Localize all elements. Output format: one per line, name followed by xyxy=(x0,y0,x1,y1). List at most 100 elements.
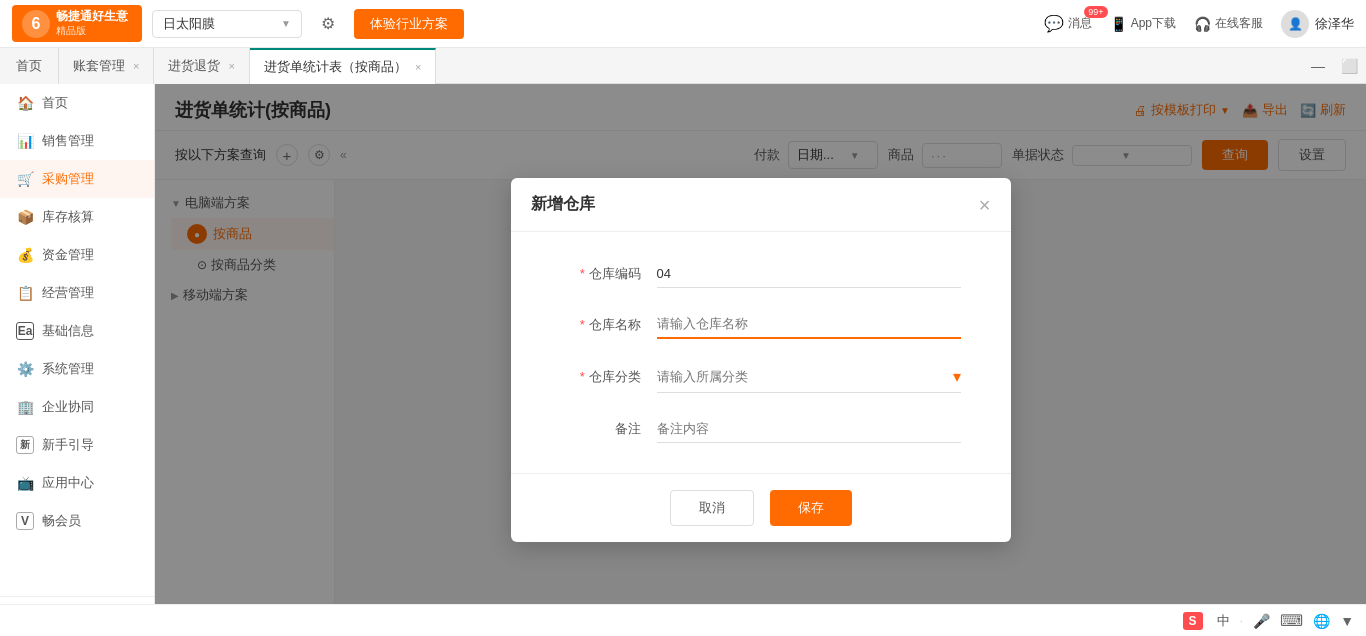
sidebar-item-basic-info-label: 基础信息 xyxy=(42,322,94,340)
sidebar-item-basic-info[interactable]: Ea 基础信息 xyxy=(0,312,154,350)
code-form-row: * 仓库编码 xyxy=(561,260,961,288)
tab-purchase-returns[interactable]: 进货退货 × xyxy=(154,48,249,84)
name-form-row: * 仓库名称 xyxy=(561,310,961,339)
note-input[interactable] xyxy=(657,415,961,443)
sidebar-item-home[interactable]: 🏠 首页 xyxy=(0,84,154,122)
tab-minimize-button[interactable]: — xyxy=(1303,54,1333,78)
inventory-icon: 📦 xyxy=(16,209,34,225)
purchase-returns-tab-close[interactable]: × xyxy=(228,60,234,72)
logo-text: 畅捷通好生意 精品版 xyxy=(56,9,128,39)
phone-icon: 📱 xyxy=(1110,16,1127,32)
dot-separator: · xyxy=(1240,613,1244,628)
sidebar-item-purchase[interactable]: 🛒 采购管理 xyxy=(0,160,154,198)
accounts-tab-label: 账套管理 xyxy=(73,57,125,75)
guide-icon: 新 xyxy=(16,436,34,454)
content-area: 进货单统计(按商品) 🖨 按模板打印 ▼ 📤 导出 🔄 刷新 按以下方案查 xyxy=(155,84,1366,636)
tab-purchase-stats[interactable]: 进货单统计表（按商品） × xyxy=(250,48,436,84)
header-right: 💬 消息 99+ 📱 App下载 🎧 在线客服 👤 徐泽华 xyxy=(1044,10,1354,38)
keyboard-button[interactable]: ⌨ xyxy=(1280,611,1303,630)
purchase-returns-tab-label: 进货退货 xyxy=(168,57,220,75)
sidebar-item-inventory[interactable]: 📦 库存核算 xyxy=(0,198,154,236)
modal-title: 新增仓库 xyxy=(531,194,595,215)
trial-button[interactable]: 体验行业方案 xyxy=(354,9,464,39)
logo-icon: 6 xyxy=(22,10,50,38)
sidebar-item-guide-label: 新手引导 xyxy=(42,436,94,454)
name-input[interactable] xyxy=(657,310,961,339)
top-header: 6 畅捷通好生意 精品版 日太阳膜 ▼ ⚙ 体验行业方案 💬 消息 99+ 📱 … xyxy=(0,0,1366,48)
sidebar-item-app-center[interactable]: 📺 应用中心 xyxy=(0,464,154,502)
operations-icon: 📋 xyxy=(16,285,34,301)
category-dropdown-icon: ▾ xyxy=(953,367,961,386)
sidebar-item-sales[interactable]: 📊 销售管理 xyxy=(0,122,154,160)
purchase-stats-tab-close[interactable]: × xyxy=(415,61,421,73)
avatar: 👤 xyxy=(1281,10,1309,38)
sidebar-item-operations[interactable]: 📋 经营管理 xyxy=(0,274,154,312)
sidebar-item-app-center-label: 应用中心 xyxy=(42,474,94,492)
message-icon: 💬 xyxy=(1044,14,1064,33)
category-form-row: * 仓库分类 ▾ xyxy=(561,361,961,393)
chevron-down-icon: ▼ xyxy=(281,18,291,29)
sidebar-item-inventory-label: 库存核算 xyxy=(42,208,94,226)
home-icon: 🏠 xyxy=(16,95,34,111)
settings-gear-button[interactable]: ⚙ xyxy=(312,8,344,40)
sidebar-item-home-label: 首页 xyxy=(42,94,68,112)
sidebar-item-purchase-label: 采购管理 xyxy=(42,170,94,188)
code-input[interactable] xyxy=(657,260,961,288)
settings-menu-button[interactable]: ▼ xyxy=(1340,613,1354,629)
modal-body: * 仓库编码 * 仓库名称 * 仓库分类 xyxy=(511,232,1011,473)
sidebar: 🏠 首页 📊 销售管理 🛒 采购管理 📦 库存核算 💰 资金管理 📋 经营管理 … xyxy=(0,84,155,636)
headset-icon: 🎧 xyxy=(1194,16,1211,32)
app-download-label: App下载 xyxy=(1131,15,1176,32)
message-btn[interactable]: 💬 消息 99+ xyxy=(1044,14,1092,33)
sidebar-item-membership[interactable]: V 畅会员 xyxy=(0,502,154,540)
modal-header: 新增仓库 × xyxy=(511,178,1011,232)
sidebar-item-enterprise[interactable]: 🏢 企业协同 xyxy=(0,388,154,426)
user-area[interactable]: 👤 徐泽华 xyxy=(1281,10,1354,38)
purchase-stats-tab-label: 进货单统计表（按商品） xyxy=(264,58,407,76)
sidebar-item-sales-label: 销售管理 xyxy=(42,132,94,150)
microphone-button[interactable]: 🎤 xyxy=(1253,613,1270,629)
category-select-wrap[interactable]: ▾ xyxy=(657,361,961,393)
online-service-label: 在线客服 xyxy=(1215,15,1263,32)
tab-home[interactable]: 首页 xyxy=(0,48,59,84)
online-service-btn[interactable]: 🎧 在线客服 xyxy=(1194,15,1263,32)
language-button[interactable]: 🌐 xyxy=(1313,613,1330,629)
accounts-tab-close[interactable]: × xyxy=(133,60,139,72)
basic-info-icon: Ea xyxy=(16,322,34,340)
finance-icon: 💰 xyxy=(16,247,34,263)
category-field-label: * 仓库分类 xyxy=(561,368,641,386)
message-badge: 99+ xyxy=(1084,6,1107,18)
app-download-btn[interactable]: 📱 App下载 xyxy=(1110,15,1176,32)
category-input[interactable] xyxy=(657,369,953,384)
sidebar-item-finance-label: 资金管理 xyxy=(42,246,94,264)
s-logo: S xyxy=(1183,612,1203,630)
logo-sub: 精品版 xyxy=(56,24,128,38)
sidebar-item-enterprise-label: 企业协同 xyxy=(42,398,94,416)
tab-accounts[interactable]: 账套管理 × xyxy=(59,48,154,84)
logo-main: 畅捷通好生意 xyxy=(56,9,128,25)
note-form-row: 备注 xyxy=(561,415,961,443)
app-center-icon: 📺 xyxy=(16,475,34,491)
modal-close-button[interactable]: × xyxy=(979,195,991,215)
sidebar-item-finance[interactable]: 💰 资金管理 xyxy=(0,236,154,274)
tab-expand-button[interactable]: ⬜ xyxy=(1333,54,1366,78)
membership-icon: V xyxy=(16,512,34,530)
bottom-bar: S 中 · 🎤 ⌨ 🌐 ▼ xyxy=(0,604,1366,636)
main-layout: 🏠 首页 📊 销售管理 🛒 采购管理 📦 库存核算 💰 资金管理 📋 经营管理 … xyxy=(0,84,1366,636)
purchase-icon: 🛒 xyxy=(16,171,34,187)
note-field-label: 备注 xyxy=(561,420,641,438)
sidebar-item-system[interactable]: ⚙️ 系统管理 xyxy=(0,350,154,388)
store-selector[interactable]: 日太阳膜 ▼ xyxy=(152,10,302,38)
modal-backdrop[interactable]: 新增仓库 × * 仓库编码 * 仓库名称 xyxy=(155,84,1366,636)
store-name: 日太阳膜 xyxy=(163,15,215,33)
home-tab-label: 首页 xyxy=(16,57,42,75)
enterprise-icon: 🏢 xyxy=(16,399,34,415)
name-field-label: * 仓库名称 xyxy=(561,316,641,334)
cancel-button[interactable]: 取消 xyxy=(670,490,754,526)
system-icon: ⚙️ xyxy=(16,361,34,377)
sidebar-item-guide[interactable]: 新 新手引导 xyxy=(0,426,154,464)
sidebar-item-operations-label: 经营管理 xyxy=(42,284,94,302)
modal-dialog: 新增仓库 × * 仓库编码 * 仓库名称 xyxy=(511,178,1011,542)
sidebar-item-membership-label: 畅会员 xyxy=(42,512,81,530)
save-button[interactable]: 保存 xyxy=(770,490,852,526)
